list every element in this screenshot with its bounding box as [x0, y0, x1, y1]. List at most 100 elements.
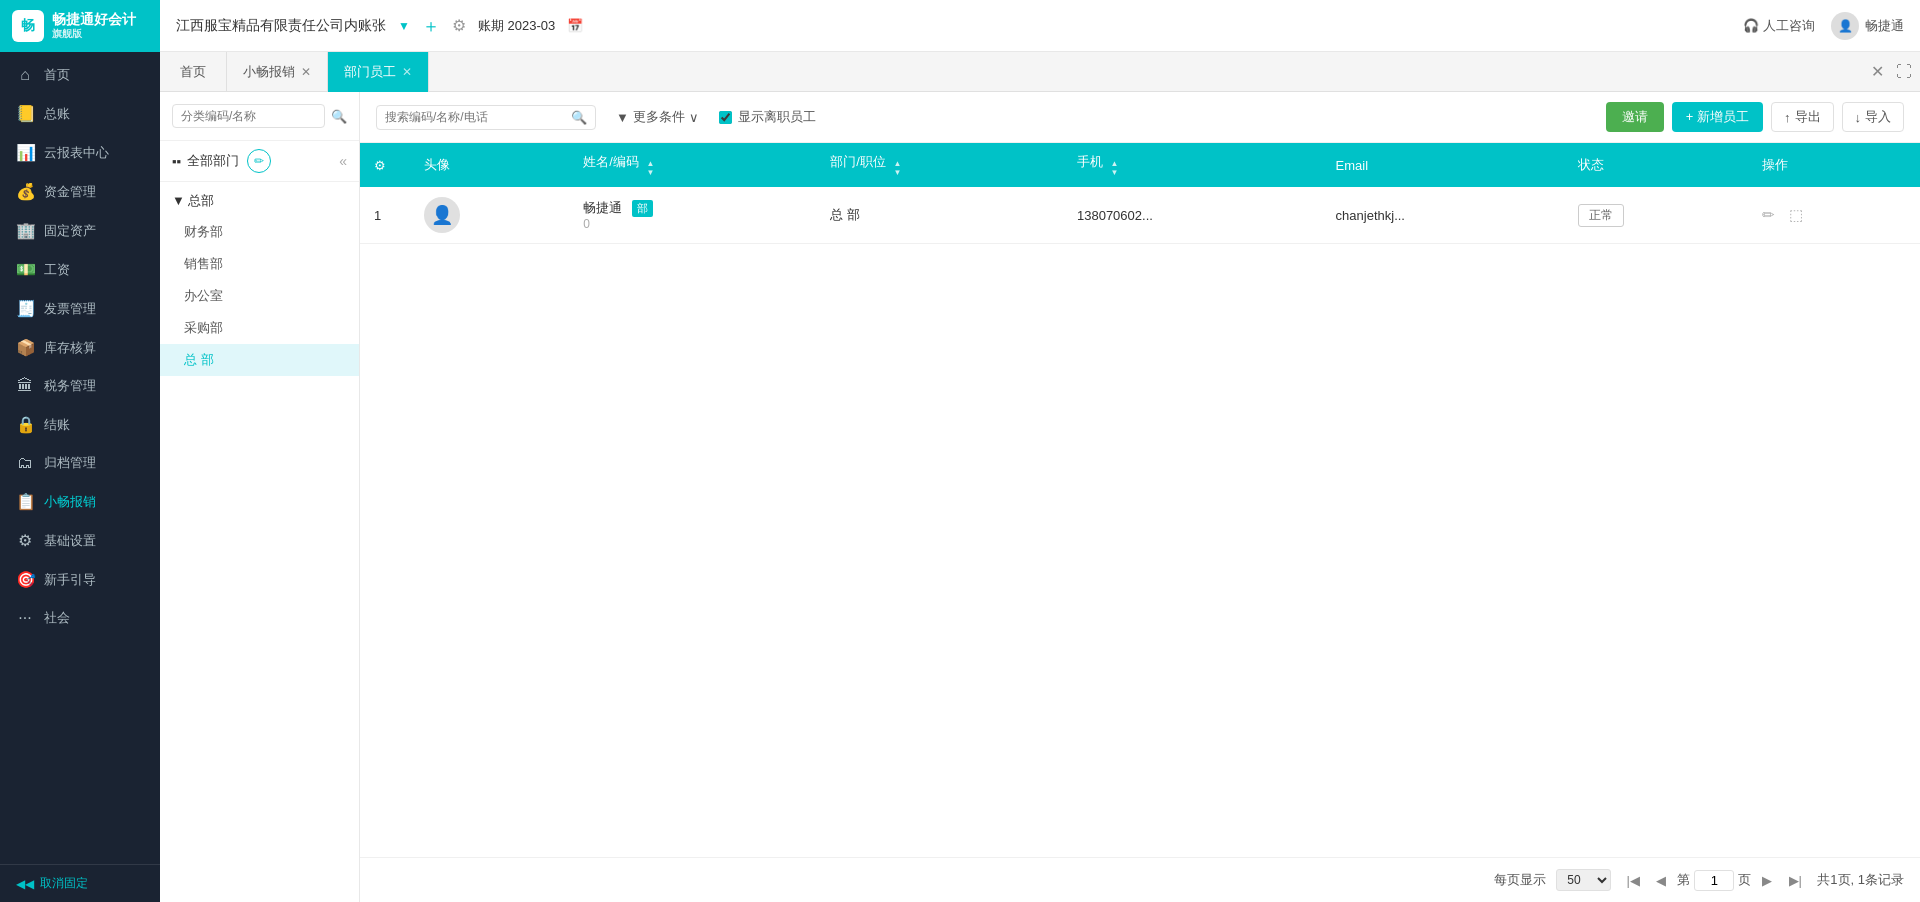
- tab-employees-label: 部门员工: [344, 63, 396, 81]
- sidebar-item-assets[interactable]: 🏢 固定资产: [0, 211, 160, 250]
- sidebar-item-invoice[interactable]: 🧾 发票管理: [0, 289, 160, 328]
- employee-search-input[interactable]: [385, 110, 565, 124]
- calendar-icon[interactable]: 📅: [567, 18, 583, 33]
- sidebar-item-assets-label: 固定资产: [44, 222, 96, 240]
- sidebar-item-expense[interactable]: 📋 小畅报销: [0, 482, 160, 521]
- delete-employee-icon[interactable]: ⬚: [1789, 206, 1803, 224]
- inventory-icon: 📦: [16, 338, 34, 357]
- dept-item-purchase[interactable]: 采购部: [160, 312, 359, 344]
- service-label: 人工咨询: [1763, 17, 1815, 35]
- sidebar-nav: ⌂ 首页 📒 总账 📊 云报表中心 💰 资金管理 🏢 固定资产 💵 工资 🧾 发…: [0, 52, 160, 864]
- sidebar-item-inventory-label: 库存核算: [44, 339, 96, 357]
- tabbar-actions: ✕ ⛶: [1871, 62, 1920, 81]
- tax-icon: 🏛: [16, 377, 34, 395]
- home-icon: ⌂: [16, 66, 34, 84]
- sidebar-item-ledger[interactable]: 📒 总账: [0, 94, 160, 133]
- page-unit-label: 页: [1738, 871, 1751, 889]
- next-page-button[interactable]: ▶: [1755, 868, 1779, 892]
- expand-tabs-icon[interactable]: ⛶: [1896, 63, 1912, 81]
- col-settings[interactable]: ⚙: [360, 143, 410, 187]
- settings-gear-icon[interactable]: ⚙: [452, 16, 466, 35]
- page-di-label: 第: [1677, 871, 1690, 889]
- dept-item-finance[interactable]: 财务部: [160, 216, 359, 248]
- sidebar-item-reports[interactable]: 📊 云报表中心: [0, 133, 160, 172]
- filter-label: 更多条件: [633, 108, 685, 126]
- tab-expense-close-icon[interactable]: ✕: [301, 65, 311, 79]
- reports-icon: 📊: [16, 143, 34, 162]
- sidebar-item-reports-label: 云报表中心: [44, 144, 109, 162]
- sidebar-item-guide[interactable]: 🎯 新手引导: [0, 560, 160, 599]
- period-label: 账期 2023-03: [478, 17, 555, 35]
- sidebar-unpin[interactable]: ◀◀ 取消固定: [0, 864, 160, 902]
- user-menu[interactable]: 👤 畅捷通: [1831, 12, 1904, 40]
- main-area: 江西服宝精品有限责任公司内账张 ▼ ＋ ⚙ 账期 2023-03 📅 🎧 人工咨…: [160, 0, 1920, 902]
- row-phone: 138070602...: [1063, 187, 1322, 244]
- pagination: 每页显示 50 10 20 100 |◀ ◀ 第 页 ▶ ▶| 共1页, 1条记…: [360, 857, 1920, 902]
- col-email: Email: [1322, 143, 1564, 187]
- service-button[interactable]: 🎧 人工咨询: [1743, 17, 1815, 35]
- sidebar-item-salary[interactable]: 💵 工资: [0, 250, 160, 289]
- sidebar-item-settings[interactable]: ⚙ 基础设置: [0, 521, 160, 560]
- show-resigned-checkbox[interactable]: 显示离职员工: [719, 108, 816, 126]
- user-avatar: 👤: [1831, 12, 1859, 40]
- per-page-select[interactable]: 50 10 20 100: [1556, 869, 1611, 891]
- dept-item-sales[interactable]: 销售部: [160, 248, 359, 280]
- employee-dept-badge: 部: [632, 200, 653, 217]
- col-phone[interactable]: 手机 ▲▼: [1063, 143, 1322, 187]
- sidebar-item-archive-label: 归档管理: [44, 454, 96, 472]
- dept-edit-button[interactable]: ✏: [247, 149, 271, 173]
- dept-item-general[interactable]: 总 部: [160, 344, 359, 376]
- sidebar-item-more[interactable]: ··· 社会: [0, 599, 160, 637]
- row-email: chanjethkj...: [1322, 187, 1564, 244]
- row-status: 正常: [1564, 187, 1748, 244]
- prev-page-button[interactable]: ◀: [1649, 868, 1673, 892]
- last-page-button[interactable]: ▶|: [1783, 868, 1807, 892]
- employee-search-icon[interactable]: 🔍: [571, 110, 587, 125]
- close-all-tabs-icon[interactable]: ✕: [1871, 62, 1884, 81]
- sidebar-item-home[interactable]: ⌂ 首页: [0, 56, 160, 94]
- dept-group-label: ▼ 总部: [160, 186, 359, 216]
- sidebar-item-settings-label: 基础设置: [44, 532, 96, 550]
- sidebar-item-funds[interactable]: 💰 资金管理: [0, 172, 160, 211]
- import-button[interactable]: ↓ 导入: [1842, 102, 1905, 132]
- employee-table: ⚙ 头像 姓名/编码 ▲▼ 部门/职位 ▲▼ 手机 ▲▼ Email 状态 操作: [360, 143, 1920, 244]
- headset-icon: 🎧: [1743, 18, 1759, 33]
- close-books-icon: 🔒: [16, 415, 34, 434]
- dept-search-input[interactable]: [172, 104, 325, 128]
- status-badge: 正常: [1578, 204, 1624, 227]
- sidebar-item-tax[interactable]: 🏛 税务管理: [0, 367, 160, 405]
- more-filter-button[interactable]: ▼ 更多条件 ∨: [608, 104, 707, 130]
- row-name-cell: 畅捷通 部 0: [569, 187, 816, 244]
- first-page-button[interactable]: |◀: [1621, 868, 1645, 892]
- tab-employees-close-icon[interactable]: ✕: [402, 65, 412, 79]
- employee-search-box: 🔍: [376, 105, 596, 130]
- row-dept: 总 部: [816, 187, 1063, 244]
- invite-button[interactable]: 邀请: [1606, 102, 1664, 132]
- sidebar-item-inventory[interactable]: 📦 库存核算: [0, 328, 160, 367]
- export-button[interactable]: ↑ 导出: [1771, 102, 1834, 132]
- dept-search-icon[interactable]: 🔍: [331, 109, 347, 124]
- current-page-input[interactable]: [1694, 870, 1734, 891]
- export-label: 导出: [1795, 108, 1821, 126]
- dept-item-office[interactable]: 办公室: [160, 280, 359, 312]
- edit-employee-icon[interactable]: ✏: [1762, 206, 1775, 224]
- salary-icon: 💵: [16, 260, 34, 279]
- add-company-icon[interactable]: ＋: [422, 14, 440, 38]
- sidebar-item-archive[interactable]: 🗂 归档管理: [0, 444, 160, 482]
- tab-expense[interactable]: 小畅报销 ✕: [227, 52, 328, 92]
- all-dept-label: ▪▪ 全部部门: [172, 152, 239, 170]
- show-resigned-input[interactable]: [719, 111, 732, 124]
- add-employee-button[interactable]: + 新增员工: [1672, 102, 1763, 132]
- sidebar-item-invoice-label: 发票管理: [44, 300, 96, 318]
- dept-collapse-icon[interactable]: «: [339, 153, 347, 169]
- col-dept[interactable]: 部门/职位 ▲▼: [816, 143, 1063, 187]
- employee-table-wrap: ⚙ 头像 姓名/编码 ▲▼ 部门/职位 ▲▼ 手机 ▲▼ Email 状态 操作: [360, 143, 1920, 857]
- page-navigation: |◀ ◀ 第 页 ▶ ▶|: [1621, 868, 1807, 892]
- tab-employees[interactable]: 部门员工 ✕: [328, 52, 429, 92]
- tab-home[interactable]: 首页: [160, 52, 227, 92]
- sidebar-item-close[interactable]: 🔒 结账: [0, 405, 160, 444]
- row-avatar: 👤: [410, 187, 569, 244]
- funds-icon: 💰: [16, 182, 34, 201]
- company-dropdown-icon[interactable]: ▼: [398, 19, 410, 33]
- col-name[interactable]: 姓名/编码 ▲▼: [569, 143, 816, 187]
